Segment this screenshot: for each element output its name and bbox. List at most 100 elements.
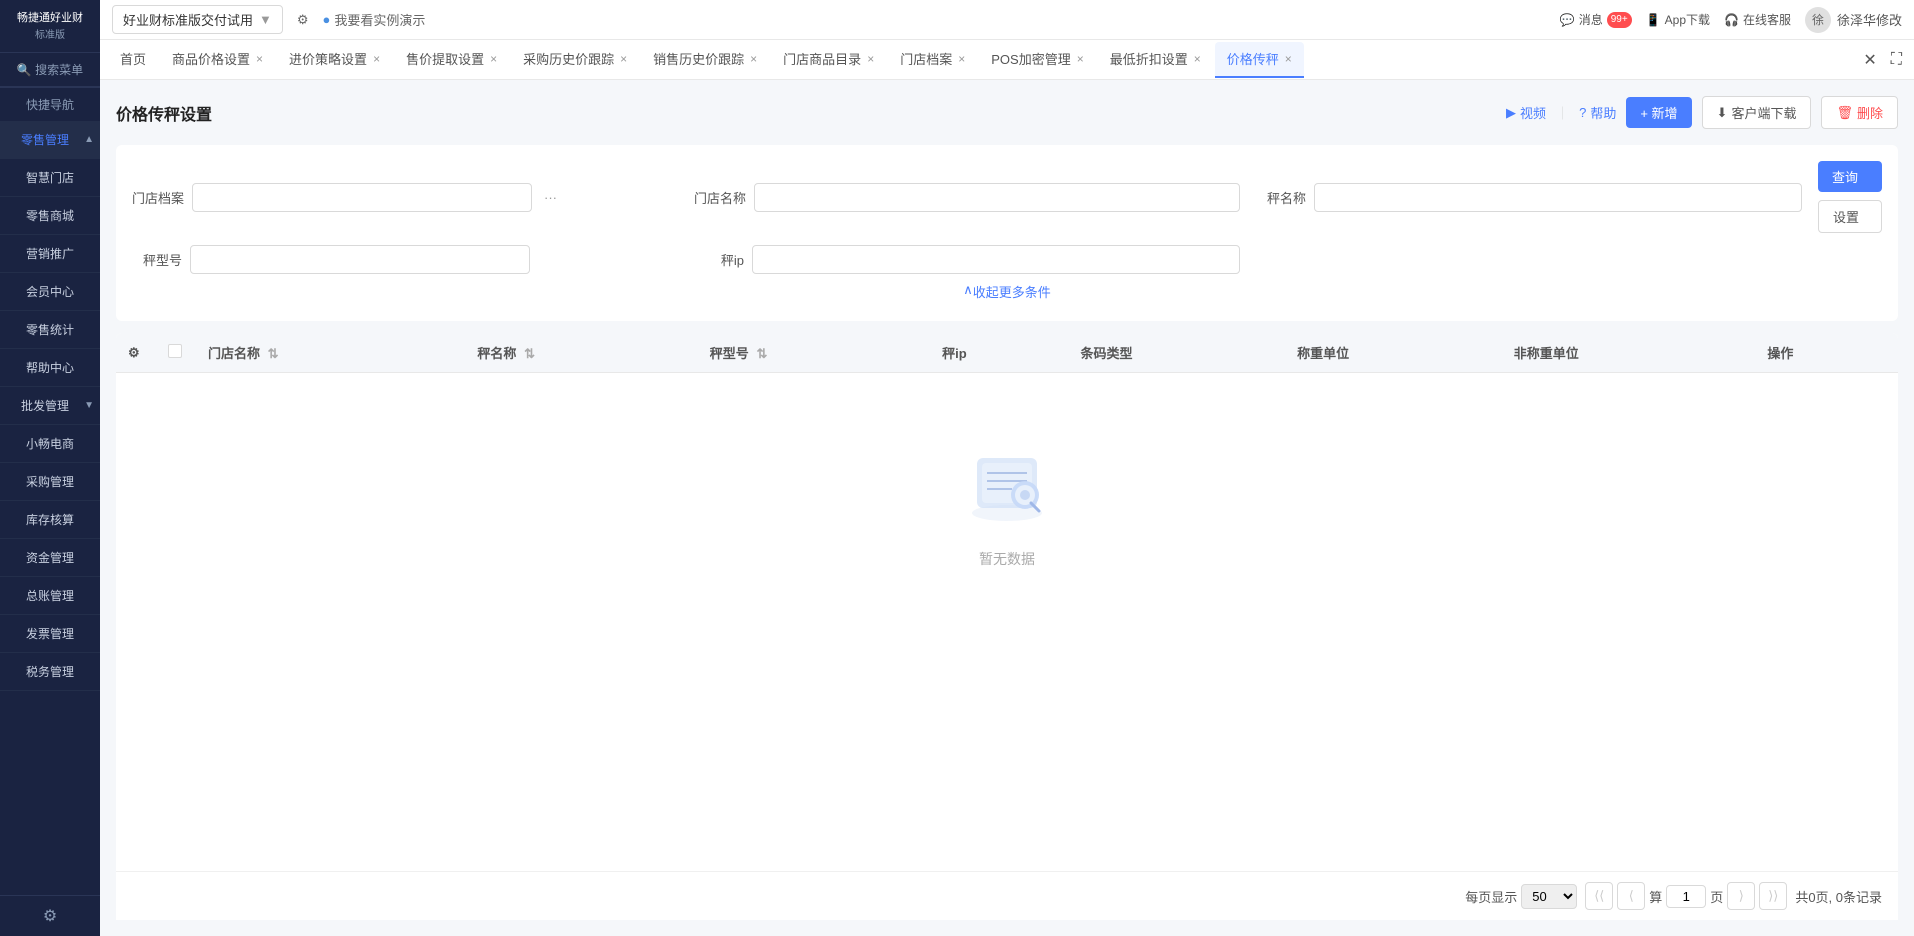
sidebar-item-retail[interactable]: 零售管理 ▲ [0,121,100,159]
filter-collapse-btn[interactable]: ∧ 收起更多条件 [132,278,1882,305]
tab-store-archive[interactable]: 门店档案 × [888,42,977,78]
video-link[interactable]: ▶ 视频 [1506,103,1546,122]
sidebar-item-help[interactable]: 帮助中心 [0,349,100,387]
store-archive-dots[interactable]: ··· [544,190,557,205]
scale-ip-input[interactable] [752,245,1240,274]
demo-link[interactable]: ● 我要看实例演示 [323,10,426,29]
sidebar-item-ledger[interactable]: 总账管理 [0,577,100,615]
tab-min-discount[interactable]: 最低折扣设置 × [1098,42,1213,78]
sidebar-settings[interactable]: ⚙ [0,895,100,936]
prev-page-btn[interactable]: ⟨ [1617,882,1645,910]
page-header: 价格传秤设置 ▶ 视频 ｜ ? 帮助 + 新增 ⬇ 客户端下载 [116,96,1898,129]
th-settings: ⚙ [116,333,156,373]
help-icon: ? [1579,105,1586,120]
app-download-action[interactable]: 📱 App下载 [1646,11,1710,28]
sidebar-item-inventory[interactable]: 库存核算 [0,501,100,539]
sidebar-item-retail-mall[interactable]: 零售商城 [0,197,100,235]
online-service-action[interactable]: 🎧 在线客服 [1724,11,1791,28]
sort-scale-name-icon[interactable]: ⇅ [524,346,535,361]
sidebar-item-tax[interactable]: 税务管理 [0,653,100,691]
sidebar-item-ecommerce[interactable]: 小畅电商 [0,425,100,463]
sidebar-item-retail-stats[interactable]: 零售统计 [0,311,100,349]
page-input[interactable] [1666,885,1706,908]
sidebar-item-marketing[interactable]: 营销推广 [0,235,100,273]
sort-scale-model-icon[interactable]: ⇅ [756,346,767,361]
query-button[interactable]: 查询 [1818,161,1882,192]
sidebar-item-smart-store[interactable]: 智慧门店 [0,159,100,197]
tab-close-price-transfer[interactable]: × [1285,52,1292,66]
tab-close-store-archive[interactable]: × [958,52,965,66]
tab-price-extract[interactable]: 售价提取设置 × [394,42,509,78]
settings-icon[interactable]: ⚙ [128,345,140,360]
messages-action[interactable]: 💬 消息 99+ [1560,11,1632,28]
delete-button[interactable]: 🗑 删除 [1821,96,1898,129]
th-scale-ip: 秤ip [930,333,1068,373]
next-page-btn[interactable]: ⟩ [1727,882,1755,910]
sidebar-logo: 畅捷通好业财 标准版 [0,0,100,52]
version-select-text: 好业财标准版交付试用 [123,10,253,29]
tabbar: 首页 商品价格设置 × 进价策略设置 × 售价提取设置 × 采购历史价跟踪 × … [100,40,1914,80]
avatar: 徐 [1805,7,1831,33]
chevron-down-icon: ▼ [84,400,94,411]
close-tab-icon[interactable]: ✕ [1859,46,1880,74]
config-icon[interactable]: ⚙ [293,8,313,32]
fullscreen-icon[interactable]: ⛶ [1887,47,1906,73]
tab-price-transfer[interactable]: 价格传秤 × [1215,42,1304,78]
tab-store-catalog[interactable]: 门店商品目录 × [771,42,886,78]
select-all-checkbox[interactable] [168,344,182,358]
user-menu[interactable]: 徐 徐泽华修改 [1805,7,1902,33]
scale-ip-label: 秤ip [694,250,744,269]
settings-button[interactable]: 设置 [1818,200,1882,233]
tab-purchase-history[interactable]: 采购历史价跟踪 × [511,42,639,78]
tab-pos-encrypt[interactable]: POS加密管理 × [979,42,1095,78]
tab-close-purchase-strategy[interactable]: × [373,52,380,66]
quick-nav-label: 快捷导航 [26,98,74,112]
delete-icon: 🗑 [1836,105,1853,121]
app-name: 畅捷通好业财 [17,11,83,25]
scale-name-input[interactable] [1314,183,1802,212]
add-button[interactable]: + 新增 [1626,97,1691,128]
sidebar-item-wholesale[interactable]: 批发管理 ▼ [0,387,100,425]
filter-row-1: 门店档案 ··· 门店名称 秤名称 查询 设置 [132,161,1882,233]
divider1: ｜ [1556,103,1569,122]
th-operations: 操作 [1755,333,1898,373]
tab-product-price[interactable]: 商品价格设置 × [160,42,275,78]
download-button[interactable]: ⬇ 客户端下载 [1702,96,1812,129]
tab-sales-history[interactable]: 销售历史价跟踪 × [641,42,769,78]
content-area: 价格传秤设置 ▶ 视频 ｜ ? 帮助 + 新增 ⬇ 客户端下载 [100,80,1914,936]
scale-model-input[interactable] [190,245,530,274]
tab-close-product-price[interactable]: × [256,52,263,66]
tab-home[interactable]: 首页 [108,42,158,78]
first-page-btn[interactable]: ⟨⟨ [1585,882,1613,910]
sort-store-name-icon[interactable]: ⇅ [268,346,279,361]
version-select[interactable]: 好业财标准版交付试用 ▼ [112,5,283,34]
tab-purchase-strategy[interactable]: 进价策略设置 × [277,42,392,78]
sidebar-item-invoice[interactable]: 发票管理 [0,615,100,653]
tab-close-min-discount[interactable]: × [1194,52,1201,66]
help-link[interactable]: ? 帮助 [1579,103,1616,122]
quick-nav[interactable]: 快捷导航 [0,87,100,121]
store-archive-input[interactable] [192,183,532,212]
tab-close-sales-history[interactable]: × [750,52,757,66]
th-checkbox [156,333,196,373]
data-table: ⚙ 门店名称 ⇅ 秤名称 ⇅ [116,333,1898,373]
tab-close-store-catalog[interactable]: × [867,52,874,66]
sidebar-search[interactable]: 🔍 搜索菜单 [0,52,100,87]
per-page-dropdown[interactable]: 10 20 50 100 [1521,884,1577,909]
download-icon: 📱 [1646,13,1661,27]
empty-illustration [957,433,1057,533]
last-page-btn[interactable]: ⟩⟩ [1759,882,1787,910]
sidebar-item-members[interactable]: 会员中心 [0,273,100,311]
empty-text: 暂无数据 [979,549,1035,569]
per-page-label: 每页显示 [1465,887,1517,906]
th-weight-unit: 称重单位 [1285,333,1502,373]
tab-close-pos-encrypt[interactable]: × [1077,52,1084,66]
filter-store-archive: 门店档案 ··· [132,183,678,212]
store-name-input[interactable] [754,183,1240,212]
tab-close-purchase-history[interactable]: × [620,52,627,66]
page-actions: ▶ 视频 ｜ ? 帮助 + 新增 ⬇ 客户端下载 🗑 删除 [1506,96,1898,129]
tab-close-price-extract[interactable]: × [490,52,497,66]
sidebar-item-purchase[interactable]: 采购管理 [0,463,100,501]
topbar-right: 💬 消息 99+ 📱 App下载 🎧 在线客服 徐 徐泽华修改 [1560,7,1902,33]
sidebar-item-finance[interactable]: 资金管理 [0,539,100,577]
